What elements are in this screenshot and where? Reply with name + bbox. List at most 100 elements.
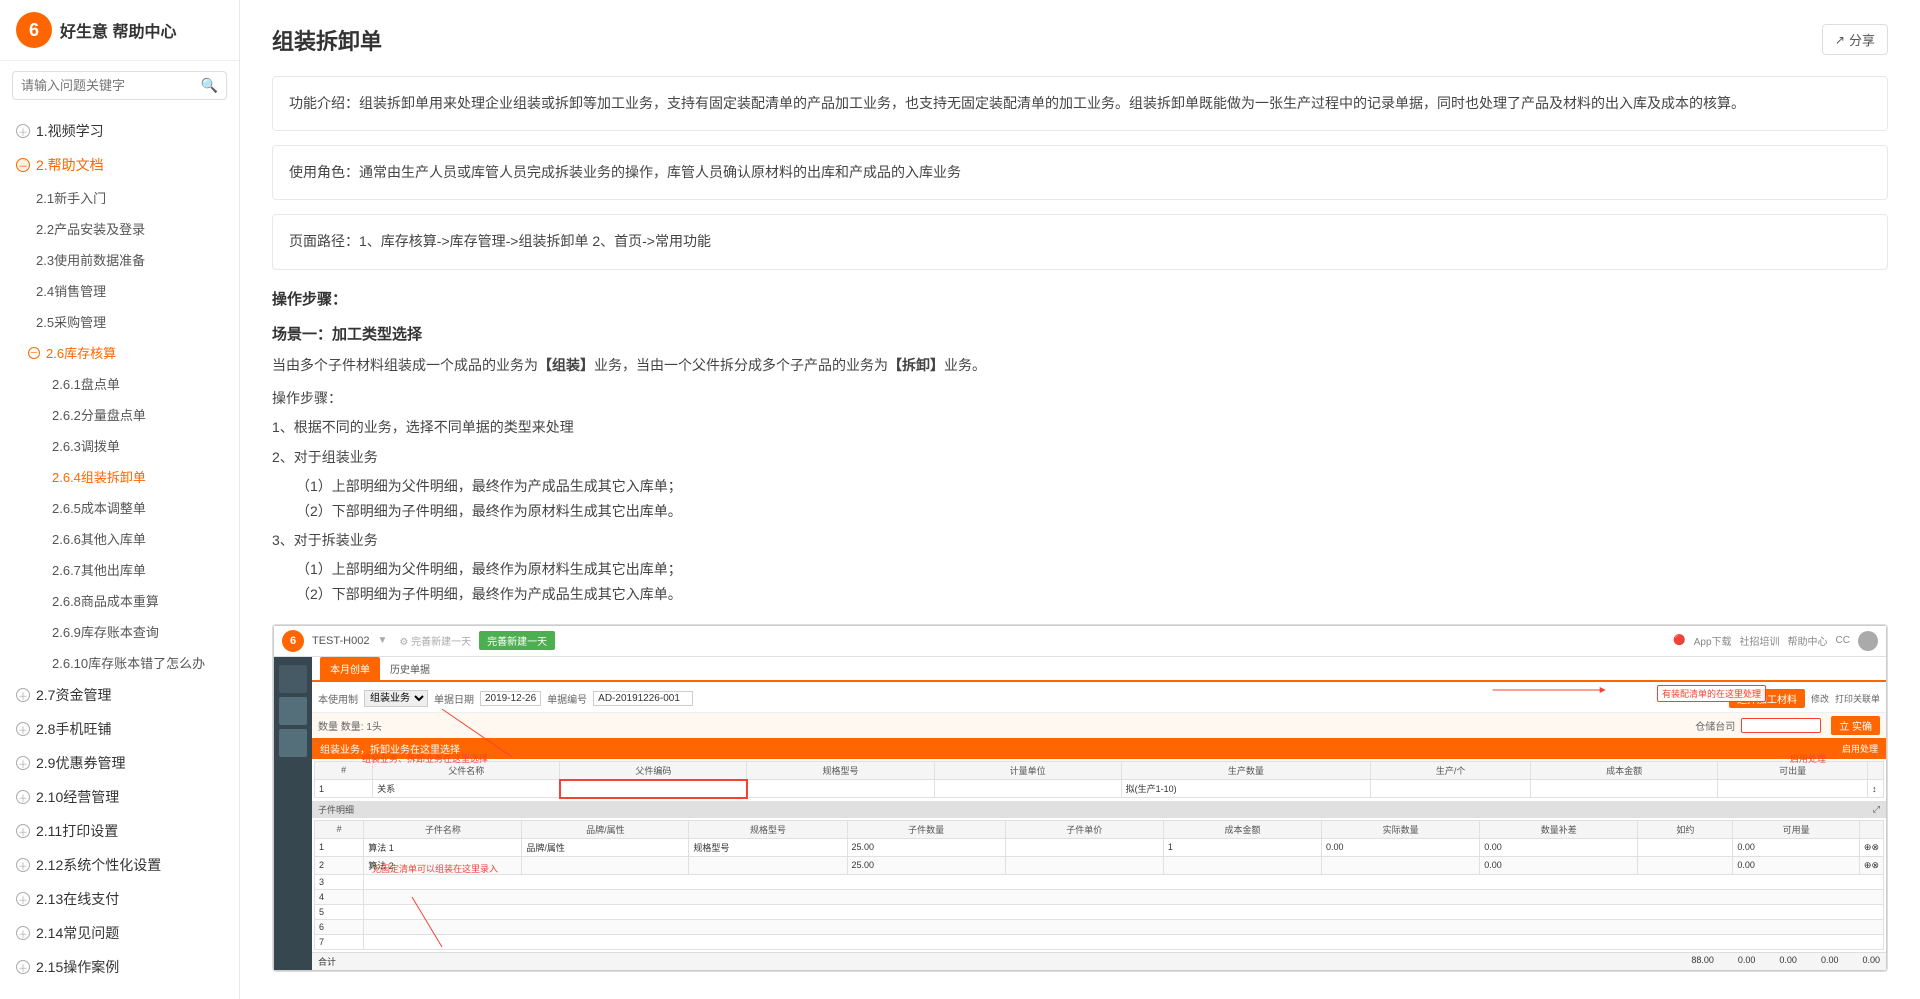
sidebar-item-operation[interactable]: ＋ 2.10经营管理 bbox=[0, 780, 239, 814]
sidebar-item-faq[interactable]: ＋ 2.14常见问题 bbox=[0, 916, 239, 950]
th-action bbox=[1868, 761, 1884, 780]
type-label: 本使用制 bbox=[318, 691, 358, 706]
inner-form-row2: 数量 数量: 1头 仓储台司 立 实确 bbox=[312, 713, 1886, 738]
footer-val5: 0.00 bbox=[1862, 955, 1880, 968]
footer-val4: 0.00 bbox=[1821, 955, 1839, 968]
table-row: 4 bbox=[315, 889, 1884, 904]
storage-input[interactable] bbox=[1741, 718, 1821, 733]
inner-app-body: 本月创单 历史单据 本使用制 组装业务 单据日期 2019-12-26 单据编号… bbox=[274, 657, 1886, 970]
inner-sidebar-icon1 bbox=[279, 665, 307, 693]
th-parent-code: 父件编码 bbox=[560, 761, 747, 780]
search-box[interactable]: 🔍 bbox=[12, 71, 227, 100]
inner-sidebar-icon2 bbox=[279, 697, 307, 725]
section-label: 组装业务，拆卸业务在这里选择 bbox=[320, 741, 460, 756]
scenario1-desc: 当由多个子件材料组装成一个成品的业务为【组装】业务，当由一个父件拆分成多个子产品… bbox=[272, 352, 1888, 379]
search-input[interactable] bbox=[21, 78, 201, 93]
sidebar-item-install[interactable]: 2.2产品安装及登录 bbox=[0, 213, 239, 244]
date-value: 2019-12-26 bbox=[480, 691, 541, 706]
inner-app-main: 本月创单 历史单据 本使用制 组装业务 单据日期 2019-12-26 单据编号… bbox=[312, 657, 1886, 970]
sidebar-item-print[interactable]: ＋ 2.11打印设置 bbox=[0, 814, 239, 848]
share-icon: ↗ bbox=[1835, 33, 1845, 47]
sidebar-item-transfer[interactable]: 2.6.3调拨单 bbox=[0, 430, 239, 461]
step3-sub2: （2）下部明细为子件明细，最终作为产成品生成其它入库单。 bbox=[296, 582, 1888, 607]
inner-topbar-right: 🔴 App下载 社招培训 帮助中心 CC bbox=[1673, 631, 1878, 651]
th-avail: 可出量 bbox=[1718, 761, 1868, 780]
sidebar-item-sales[interactable]: 2.4销售管理 bbox=[0, 275, 239, 306]
sidebar-item-finance[interactable]: ＋ 2.7资金管理 bbox=[0, 678, 239, 712]
sidebar-item-coupon[interactable]: ＋ 2.9优惠券管理 bbox=[0, 746, 239, 780]
expand-icon-cases: ＋ bbox=[16, 960, 30, 974]
inner-tabs: 本月创单 历史单据 bbox=[312, 657, 1886, 682]
table-row: 6 bbox=[315, 919, 1884, 934]
expand-icon-mobile: ＋ bbox=[16, 722, 30, 736]
sidebar-item-other-out[interactable]: 2.6.7其他出库单 bbox=[0, 554, 239, 585]
sidebar-item-assembly[interactable]: 2.6.4组装拆卸单 bbox=[0, 461, 239, 492]
sidebar-item-purchase[interactable]: 2.5采购管理 bbox=[0, 306, 239, 337]
inner-form-row: 本使用制 组装业务 单据日期 2019-12-26 单据编号 AD-201912… bbox=[312, 686, 1886, 713]
sidebar-item-ledger-query[interactable]: 2.6.9库存账本查询 bbox=[0, 616, 239, 647]
lower-table: # 子件名称 品牌/属性 规格型号 子件数量 子件单价 成本金额 实际数量 数量 bbox=[314, 820, 1884, 950]
expand-icon-pers: ＋ bbox=[16, 858, 30, 872]
sidebar: 6 好生意 帮助中心 🔍 ＋ 1.视频学习 － 2.帮助文档 2.1新手入门 2… bbox=[0, 0, 240, 999]
sidebar-item-cases[interactable]: ＋ 2.15操作案例 bbox=[0, 950, 239, 984]
sidebar-item-personalize[interactable]: ＋ 2.12系统个性化设置 bbox=[0, 848, 239, 882]
sidebar-item-cost-recalc[interactable]: 2.6.8商品成本重算 bbox=[0, 585, 239, 616]
table-row: 1 算法 1 品牌/属性 规格型号 25.00 1 0.00 0.00 bbox=[315, 838, 1884, 856]
inner-save-btn[interactable]: 选择加工材料 bbox=[1729, 689, 1805, 708]
intro-text: 功能介绍：组装拆卸单用来处理企业组装或拆卸等加工业务，支持有固定装配清单的产品加… bbox=[289, 95, 1745, 111]
lower-section-header: 子件明细 ⤢ bbox=[312, 801, 1886, 818]
inner-app-sidebar bbox=[274, 657, 312, 970]
step2-sub1: （1）上部明细为父件明细，最终作为产成品生成其它入库单； bbox=[296, 474, 1888, 499]
inner-logo-icon: 6 bbox=[282, 630, 304, 652]
table-footer: 合计 88.00 0.00 0.00 0.00 0.00 bbox=[312, 952, 1886, 970]
step3: 3、对于拆装业务 bbox=[272, 528, 1888, 553]
th-num: # bbox=[315, 761, 373, 780]
sidebar-item-docs[interactable]: － 2.帮助文档 bbox=[0, 148, 239, 182]
table-row: 2 算法 2 25.00 0.00 bbox=[315, 856, 1884, 874]
expand-icon-op: ＋ bbox=[16, 790, 30, 804]
inner-tab-history[interactable]: 历史单据 bbox=[380, 657, 440, 680]
th-prod-qty: 生产数量 bbox=[1121, 761, 1370, 780]
sidebar-item-ledger-fix[interactable]: 2.6.10库存账本错了怎么办 bbox=[0, 647, 239, 678]
enable-label: 启用处理 bbox=[1842, 742, 1878, 755]
bill-value: AD-20191226-001 bbox=[593, 691, 693, 706]
sidebar-item-payment[interactable]: ＋ 2.13在线支付 bbox=[0, 882, 239, 916]
inner-tab-current[interactable]: 本月创单 bbox=[320, 657, 380, 680]
main-content: 组装拆卸单 ↗ 分享 功能介绍：组装拆卸单用来处理企业组装或拆卸等加工业务，支持… bbox=[240, 0, 1920, 999]
sidebar-item-mobile[interactable]: ＋ 2.8手机旺铺 bbox=[0, 712, 239, 746]
inner-confirm-btn[interactable]: 立 实确 bbox=[1831, 716, 1880, 735]
qty-label: 数量 数量: 1头 bbox=[318, 718, 382, 733]
footer-val1: 88.00 bbox=[1691, 955, 1714, 968]
role-text: 使用角色：通常由生产人员或库管人员完成拆装业务的操作，库管人员确认原材料的出库和… bbox=[289, 164, 961, 180]
sidebar-item-inventory[interactable]: － 2.6库存核算 bbox=[0, 337, 239, 368]
sidebar-item-video[interactable]: ＋ 1.视频学习 bbox=[0, 114, 239, 148]
minus-icon-inventory: － bbox=[28, 347, 40, 359]
inner-topbar: 6 TEST-H002 ▼ ⚙ 完善新建一天 完善新建一天 🔴 App下载 社招… bbox=[274, 626, 1886, 657]
lower-table-container: # 子件名称 品牌/属性 规格型号 子件数量 子件单价 成本金额 实际数量 数量 bbox=[312, 818, 1886, 952]
type-select[interactable]: 组装业务 bbox=[364, 690, 428, 707]
date-label: 单据日期 bbox=[434, 691, 474, 706]
th-unit: 计量单位 bbox=[934, 761, 1121, 780]
path-text: 页面路径：1、库存核算->库存管理->组装拆卸单 2、首页->常用功能 bbox=[289, 233, 711, 249]
sidebar-nav: ＋ 1.视频学习 － 2.帮助文档 2.1新手入门 2.2产品安装及登录 2.3… bbox=[0, 110, 239, 999]
share-button[interactable]: ↗ 分享 bbox=[1822, 24, 1888, 55]
expand-icon-lower: ⤢ bbox=[1873, 804, 1880, 815]
expand-icon-finance: ＋ bbox=[16, 688, 30, 702]
sidebar-item-stocktake[interactable]: 2.6.1盘点单 bbox=[0, 368, 239, 399]
expand-icon-print: ＋ bbox=[16, 824, 30, 838]
lower-section-label: 子件明细 bbox=[318, 803, 354, 816]
table-row: 5 bbox=[315, 904, 1884, 919]
search-icon[interactable]: 🔍 bbox=[201, 77, 218, 94]
footer-val2: 0.00 bbox=[1738, 955, 1756, 968]
inner-section-header: 组装业务，拆卸业务在这里选择 启用处理 bbox=[312, 738, 1886, 759]
sidebar-item-partial-stocktake[interactable]: 2.6.2分量盘点单 bbox=[0, 399, 239, 430]
sidebar-item-other-in[interactable]: 2.6.6其他入库单 bbox=[0, 523, 239, 554]
sidebar-header: 6 好生意 帮助中心 bbox=[0, 0, 239, 61]
sidebar-item-cost-adjust[interactable]: 2.6.5成本调整单 bbox=[0, 492, 239, 523]
th-prod-per: 生产/个 bbox=[1371, 761, 1531, 780]
footer-label: 合计 bbox=[318, 955, 336, 968]
upper-table: # 父件名称 父件编码 规格型号 计量单位 生产数量 生产/个 成本金额 可出量 bbox=[314, 761, 1884, 799]
sidebar-item-data-prep[interactable]: 2.3使用前数据准备 bbox=[0, 244, 239, 275]
sidebar-item-newbie[interactable]: 2.1新手入门 bbox=[0, 182, 239, 213]
page-header: 组装拆卸单 ↗ 分享 bbox=[272, 24, 1888, 56]
